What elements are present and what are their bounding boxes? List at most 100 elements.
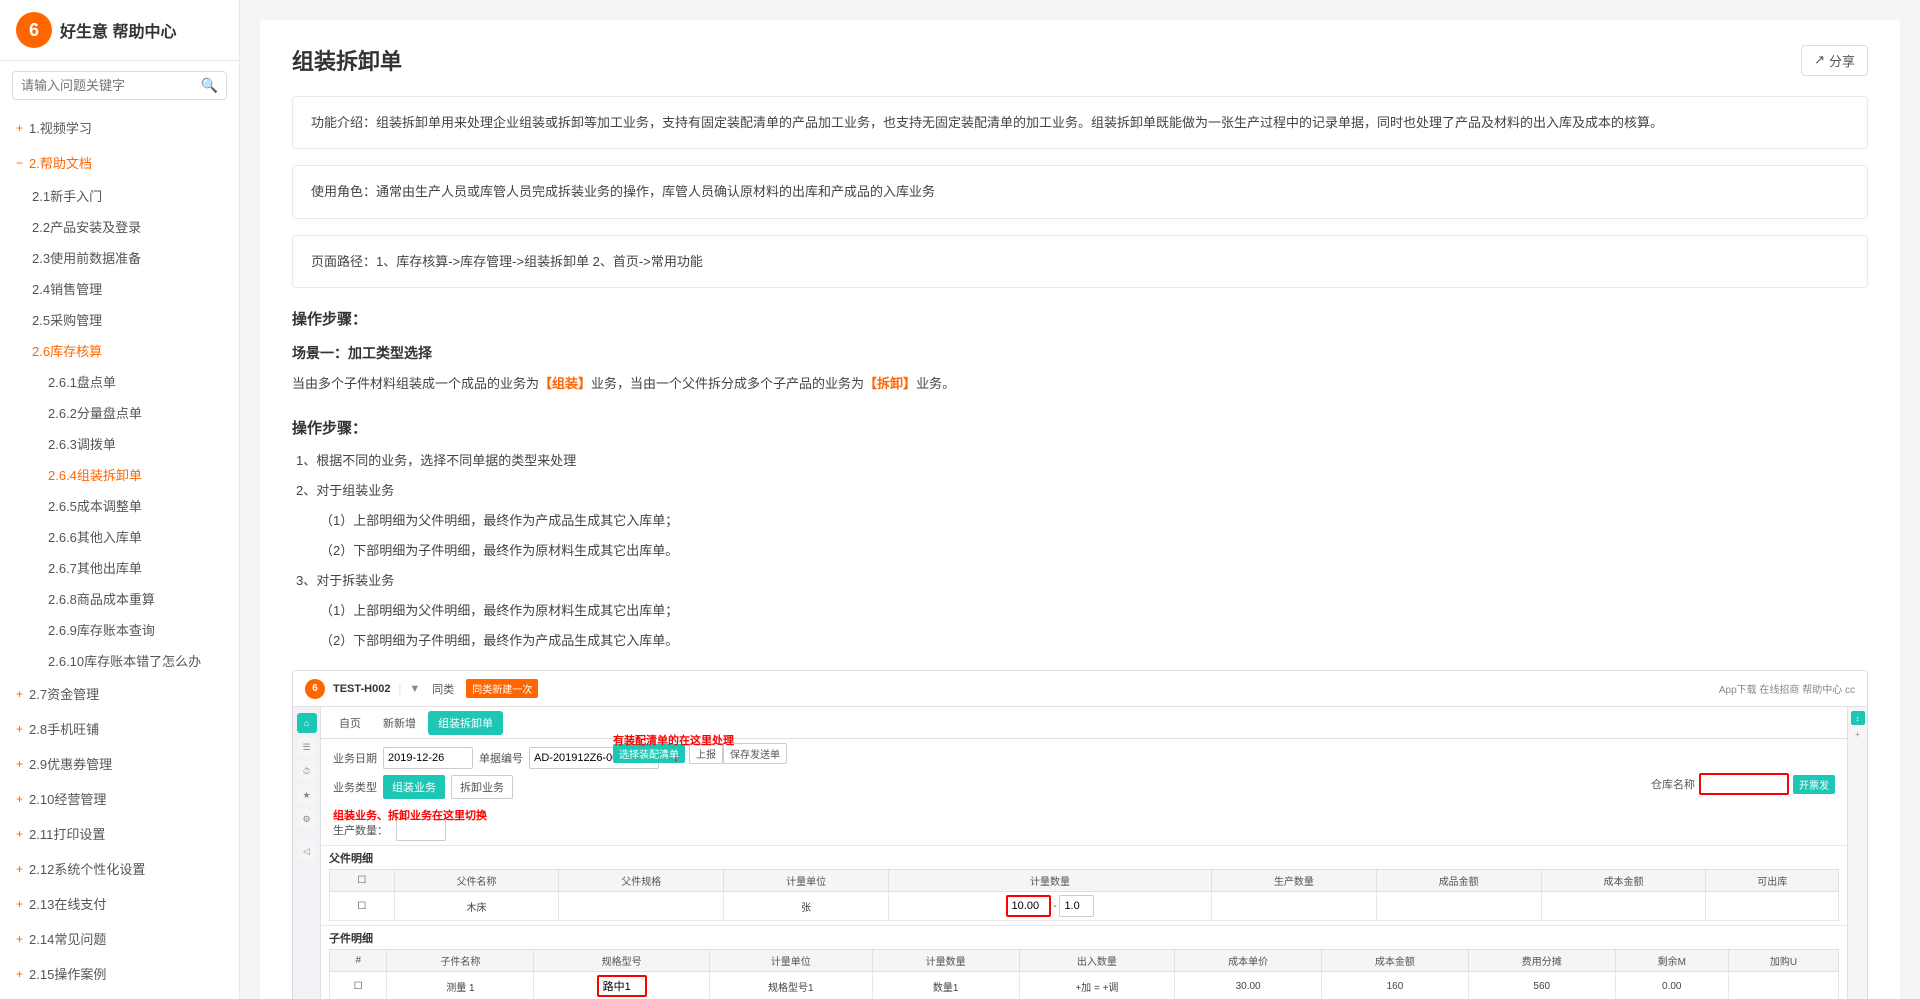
annotation-2-label: 组装业务、拆卸业务在这里切换 xyxy=(333,807,487,823)
app-name: 好生意 帮助中心 xyxy=(60,18,176,42)
sidebar-item-stockcheck[interactable]: 2.6.9库存账本查询 xyxy=(0,614,239,645)
sidebar-item-otheroutbound[interactable]: 2.6.7其他出库单 xyxy=(0,552,239,583)
mock-upper-th-amount1: 成品金额 xyxy=(1376,870,1541,892)
mock-left-icons: ⌂ ☰ ⏱ ★ ⚙ ◁ xyxy=(293,707,321,999)
mock-icon-settings[interactable]: ⚙ xyxy=(297,809,317,829)
mock-dropdown: ▼ xyxy=(409,683,420,695)
sidebar-item-partial[interactable]: 2.6.2分量盘点单 xyxy=(0,397,239,428)
mock-screenshot: 6 TEST-H002 | ▼ 同类 同类新建一次 App下载 在线招商 帮助中… xyxy=(293,671,1867,999)
sidebar-item-purchase[interactable]: 2.5采购管理 xyxy=(0,304,239,335)
mock-type-assembly[interactable]: 组装业务 xyxy=(383,775,445,799)
search-icon[interactable]: 🔍 xyxy=(201,77,218,94)
mock-lower-th-add: 加购U xyxy=(1728,950,1838,972)
sidebar-item-personalize[interactable]: + 2.12系统个性化设置 xyxy=(0,851,239,886)
mock-tab-new[interactable]: 新新增 xyxy=(373,711,426,735)
sidebar-header: 6 好生意 帮助中心 xyxy=(0,0,239,61)
mock-icon-star[interactable]: ★ xyxy=(297,785,317,805)
mock-upper-row-1: ☐ 木床 张 - xyxy=(330,892,1839,921)
mock-lower-spec-input[interactable] xyxy=(597,975,647,997)
mock-icon-expand[interactable]: ◁ xyxy=(297,841,317,861)
mock-document-area: 自页 新新增 组装拆卸单 业务日期 单据编号 xyxy=(321,707,1847,999)
page-title-row: 组装拆卸单 ↗ 分享 xyxy=(292,44,1868,76)
mock-upper-td-avail xyxy=(1706,892,1839,921)
step2: 2、对于组装业务 xyxy=(296,478,1868,504)
mock-tab-home[interactable]: 自页 xyxy=(329,711,371,735)
share-button[interactable]: ↗ 分享 xyxy=(1801,45,1868,76)
sidebar-item-video[interactable]: + 1.视频学习 xyxy=(0,110,239,145)
sidebar-item-print[interactable]: + 2.11打印设置 xyxy=(0,816,239,851)
annotation-1-arrow: ↓ xyxy=(673,750,679,764)
mock-type-row: 业务类型 组装业务 拆卸业务 组装业务、拆卸业务在这里切换 启用处理 ↓ xyxy=(333,775,1835,799)
mock-icon-home[interactable]: ⌂ xyxy=(297,713,317,733)
sidebar-item-stocktake[interactable]: 2.6.1盘点单 xyxy=(0,366,239,397)
sidebar-item-newbie[interactable]: 2.1新手入门 xyxy=(0,180,239,211)
search-input[interactable] xyxy=(21,78,201,93)
sidebar-item-accounterror[interactable]: 2.6.10库存账本错了怎么办 xyxy=(0,645,239,676)
sidebar-item-install[interactable]: 2.2产品安装及登录 xyxy=(0,211,239,242)
sidebar-item-docs[interactable]: − 2.帮助文档 xyxy=(0,145,239,180)
mock-type-disassembly[interactable]: 拆卸业务 xyxy=(451,775,513,799)
mock-lower-th-unit: 计量单位 xyxy=(709,950,872,972)
mock-lower-th-price: 成本单价 xyxy=(1175,950,1322,972)
step3-sub2: （2）下部明细为子件明细，最终作为产成品生成其它入库单。 xyxy=(320,628,1868,654)
sidebar-item-inventory[interactable]: 2.6库存核算 xyxy=(0,335,239,366)
sidebar-item-cost[interactable]: 2.6.5成本调整单 xyxy=(0,490,239,521)
sidebar-item-transfer[interactable]: 2.6.3调拨单 xyxy=(0,428,239,459)
sidebar-item-goodscost[interactable]: 2.6.8商品成本重算 xyxy=(0,583,239,614)
mock-form-fields: 业务日期 单据编号 xyxy=(333,747,659,769)
mock-tab-assembly[interactable]: 组装拆卸单 xyxy=(428,711,503,735)
mock-upper-td-amount2 xyxy=(1541,892,1706,921)
mock-upper-th-avail: 可出库 xyxy=(1706,870,1839,892)
mock-right-icon-2[interactable]: + xyxy=(1851,727,1865,741)
sidebar-item-operation[interactable]: + 2.10经营管理 xyxy=(0,781,239,816)
mock-upper-td-unit: 张 xyxy=(724,892,889,921)
mock-warehouse-input[interactable] xyxy=(1699,773,1789,795)
mock-upper-qty1-input[interactable] xyxy=(1006,895,1051,917)
mock-form-header: 业务日期 单据编号 有装配清单的在这里处理 xyxy=(321,739,1847,846)
expand-icon6: + xyxy=(16,827,23,841)
sidebar: 6 好生意 帮助中心 🔍 + 1.视频学习 − 2.帮助文档 2.1新手入门 2… xyxy=(0,0,240,999)
sidebar-item-sales[interactable]: 2.4销售管理 xyxy=(0,273,239,304)
mock-store-name: 同类 xyxy=(432,681,454,697)
mock-icon-list[interactable]: ☰ xyxy=(297,737,317,757)
mock-upper-th-amount2: 成本金额 xyxy=(1541,870,1706,892)
mock-new-order-btn[interactable]: 同类新建一次 xyxy=(466,679,538,698)
sidebar-item-otherinbound[interactable]: 2.6.6其他入库单 xyxy=(0,521,239,552)
search-box[interactable]: 🔍 xyxy=(12,71,227,100)
page-title: 组装拆卸单 xyxy=(292,44,402,76)
sidebar-item-cases[interactable]: + 2.15操作案例 xyxy=(0,956,239,991)
sidebar-item-coupon[interactable]: + 2.9优惠券管理 xyxy=(0,746,239,781)
screenshot-container: 6 TEST-H002 | ▼ 同类 同类新建一次 App下载 在线招商 帮助中… xyxy=(292,670,1868,999)
mock-logo: 6 xyxy=(305,679,325,699)
mock-lower-th-remain: 剩余M xyxy=(1615,950,1728,972)
expand-icon8: + xyxy=(16,897,23,911)
mock-confirm-btn[interactable]: 开票发 xyxy=(1793,775,1835,794)
mock-lower-th-num: # xyxy=(330,950,387,972)
mock-right-icon-1[interactable]: ↕ xyxy=(1851,711,1865,725)
sidebar-item-online[interactable]: + 2.13在线支付 xyxy=(0,886,239,921)
share-icon: ↗ xyxy=(1814,52,1825,68)
mock-upper-th-spec: 父件规格 xyxy=(559,870,724,892)
mock-body: ⌂ ☰ ⏱ ★ ⚙ ◁ 自页 新新增 组装拆卸单 xyxy=(293,707,1867,999)
sidebar-item-assembly[interactable]: 2.6.4组装拆卸单 xyxy=(0,459,239,490)
sidebar-item-capital[interactable]: + 2.7资金管理 xyxy=(0,676,239,711)
sidebar-item-mobile[interactable]: + 2.8手机旺铺 xyxy=(0,711,239,746)
mock-lower-th-amount1: 成本金额 xyxy=(1322,950,1469,972)
mock-date-input[interactable] xyxy=(383,747,473,769)
sidebar-item-data[interactable]: 2.3使用前数据准备 xyxy=(0,242,239,273)
scenario1-title: 场景一：加工类型选择 xyxy=(292,343,1868,363)
steps-list: 1、根据不同的业务，选择不同单据的类型来处理 2、对于组装业务 （1）上部明细为… xyxy=(292,448,1868,654)
mock-upper-qty2-input[interactable] xyxy=(1059,895,1094,917)
mock-lower-table-section: 子件明细 # 子件名称 规格型号 计量单位 计量数量 出入 xyxy=(321,926,1847,999)
mock-upper-td-qty1: - xyxy=(889,892,1212,921)
mock-nav-tabs: 自页 新新增 组装拆卸单 xyxy=(321,707,1847,739)
mock-lower-th-qty2: 出入数量 xyxy=(1019,950,1175,972)
sidebar-item-faq[interactable]: + 2.14常见问题 xyxy=(0,921,239,956)
step2-sub1: （1）上部明细为父件明细，最终作为产成品生成其它入库单； xyxy=(320,508,1868,534)
mock-upper-td-spec xyxy=(559,892,724,921)
app-logo: 6 xyxy=(16,12,52,48)
mock-upper-td-amount1 xyxy=(1376,892,1541,921)
expand-icon2: + xyxy=(16,687,23,701)
mock-icon-clock[interactable]: ⏱ xyxy=(297,761,317,781)
mock-lower-th-qty1: 计量数量 xyxy=(872,950,1019,972)
